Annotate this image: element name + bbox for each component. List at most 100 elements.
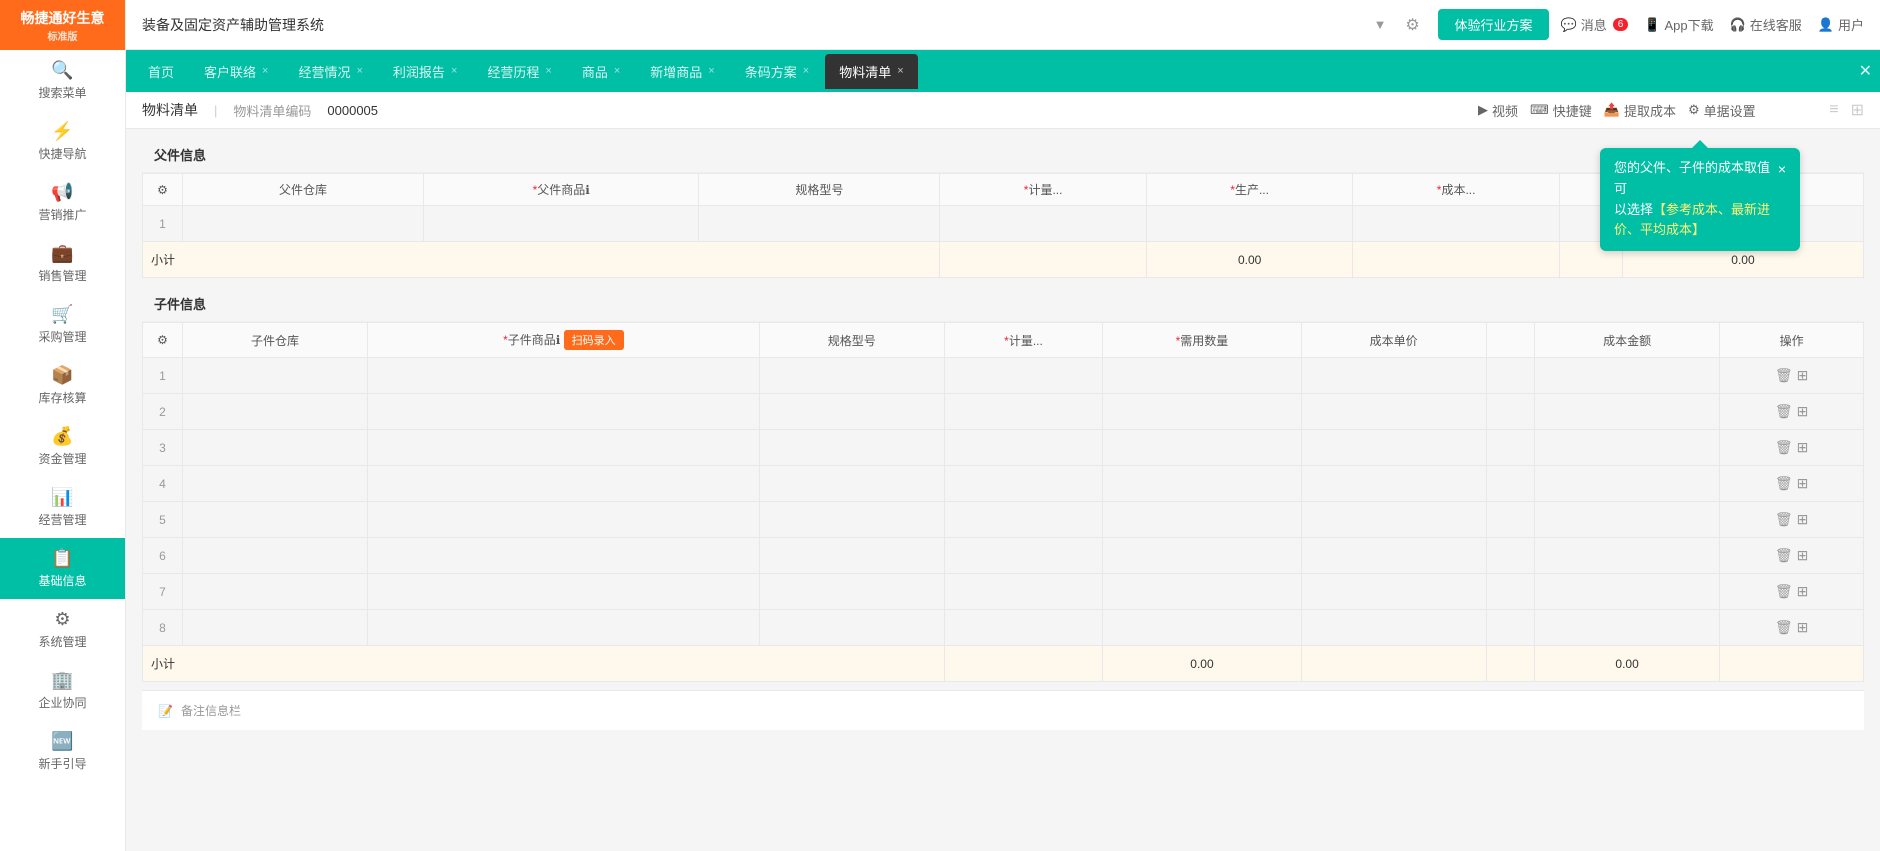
child-warehouse-7[interactable] <box>183 574 368 610</box>
child-spec-7[interactable] <box>759 574 944 610</box>
nav-tab-close-5[interactable]: × <box>614 65 620 77</box>
extract-cost-btn[interactable]: 📤 提取成本 <box>1604 101 1676 120</box>
parent-production-1[interactable] <box>1146 206 1352 242</box>
child-product-5[interactable] <box>368 502 760 538</box>
child-unit-5[interactable] <box>944 502 1103 538</box>
delete-icon-3[interactable]: 🗑 <box>1775 439 1793 456</box>
child-qty-6[interactable] <box>1103 538 1301 574</box>
child-warehouse-2[interactable] <box>183 394 368 430</box>
child-warehouse-6[interactable] <box>183 538 368 574</box>
parent-col-settings[interactable]: ⚙ <box>143 174 183 206</box>
note-text[interactable]: 备注信息栏 <box>181 702 241 719</box>
nav-tab-3[interactable]: 利润报告× <box>379 54 471 89</box>
nav-tab-7[interactable]: 条码方案× <box>731 54 823 89</box>
nav-tab-close-1[interactable]: × <box>262 65 268 77</box>
nav-tab-close-4[interactable]: × <box>545 65 551 77</box>
child-warehouse-8[interactable] <box>183 610 368 646</box>
delete-icon-1[interactable]: 🗑 <box>1775 367 1793 384</box>
nav-tab-1[interactable]: 客户联络× <box>190 54 282 89</box>
child-product-1[interactable] <box>368 358 760 394</box>
child-spec-4[interactable] <box>759 466 944 502</box>
child-unit-7[interactable] <box>944 574 1103 610</box>
child-unit-cost-7[interactable] <box>1301 574 1486 610</box>
nav-tab-6[interactable]: 新增商品× <box>636 54 728 89</box>
child-product-4[interactable] <box>368 466 760 502</box>
sidebar-item-system[interactable]: ⚙ 系统管理 <box>0 599 125 660</box>
child-warehouse-1[interactable] <box>183 358 368 394</box>
tooltip-close-btn[interactable]: × <box>1778 158 1786 180</box>
child-qty-2[interactable] <box>1103 394 1301 430</box>
child-qty-7[interactable] <box>1103 574 1301 610</box>
sidebar-item-quick-nav[interactable]: ⚡ 快捷导航 <box>0 111 125 172</box>
child-unit-3[interactable] <box>944 430 1103 466</box>
parent-warehouse-1[interactable] <box>183 206 424 242</box>
sidebar-item-basic-info[interactable]: 📋 基础信息 <box>0 538 125 599</box>
nav-tab-8[interactable]: 物料清单× <box>825 54 917 89</box>
sidebar-item-inventory[interactable]: 📦 库存核算 <box>0 355 125 416</box>
copy-icon-7[interactable]: ⊞ <box>1797 583 1809 600</box>
child-product-3[interactable] <box>368 430 760 466</box>
sidebar-item-search[interactable]: 🔍 搜索菜单 <box>0 50 125 111</box>
app-download-btn[interactable]: 📱 App下载 <box>1644 15 1713 34</box>
view-mode-icon[interactable]: ≡ <box>1829 101 1838 119</box>
user-btn[interactable]: 👤 用户 <box>1818 15 1864 34</box>
child-spec-8[interactable] <box>759 610 944 646</box>
delete-icon-7[interactable]: 🗑 <box>1775 583 1793 600</box>
parent-product-1[interactable] <box>424 206 699 242</box>
parent-unit-1[interactable] <box>940 206 1146 242</box>
child-spec-6[interactable] <box>759 538 944 574</box>
sidebar-item-marketing[interactable]: 📢 营销推广 <box>0 172 125 233</box>
child-spec-1[interactable] <box>759 358 944 394</box>
prev-page-btn[interactable]: ◀ <box>1768 102 1787 119</box>
child-unit-cost-6[interactable] <box>1301 538 1486 574</box>
nav-tab-close-7[interactable]: × <box>803 65 809 77</box>
child-warehouse-3[interactable] <box>183 430 368 466</box>
parent-cost-1[interactable] <box>1353 206 1559 242</box>
copy-icon-5[interactable]: ⊞ <box>1797 511 1809 528</box>
child-spec-5[interactable] <box>759 502 944 538</box>
nav-tab-5[interactable]: 商品× <box>568 54 634 89</box>
copy-icon-2[interactable]: ⊞ <box>1797 403 1809 420</box>
child-product-7[interactable] <box>368 574 760 610</box>
grid-icon[interactable]: ⊞ <box>1851 100 1864 120</box>
child-unit-cost-2[interactable] <box>1301 394 1486 430</box>
sidebar-item-enterprise[interactable]: 🏢 企业协同 <box>0 660 125 721</box>
child-product-8[interactable] <box>368 610 760 646</box>
sidebar-item-operations[interactable]: 📊 经营管理 <box>0 477 125 538</box>
child-unit-1[interactable] <box>944 358 1103 394</box>
copy-icon-3[interactable]: ⊞ <box>1797 439 1809 456</box>
copy-icon-4[interactable]: ⊞ <box>1797 475 1809 492</box>
sidebar-item-finance[interactable]: 💰 资金管理 <box>0 416 125 477</box>
close-all-tabs-btn[interactable]: ✕ <box>1859 61 1872 81</box>
view-btn[interactable]: ▶ 视频 <box>1478 101 1518 120</box>
scan-input-btn[interactable]: 扫码录入 <box>564 330 624 350</box>
child-unit-4[interactable] <box>944 466 1103 502</box>
single-settings-btn[interactable]: ⚙ 单据设置 <box>1688 101 1756 120</box>
sidebar-item-purchase[interactable]: 🛒 采购管理 <box>0 294 125 355</box>
child-unit-6[interactable] <box>944 538 1103 574</box>
child-unit-cost-1[interactable] <box>1301 358 1486 394</box>
nav-tab-4[interactable]: 经营历程× <box>473 54 565 89</box>
child-qty-8[interactable] <box>1103 610 1301 646</box>
child-qty-5[interactable] <box>1103 502 1301 538</box>
parent-spec-1[interactable] <box>699 206 940 242</box>
child-spec-3[interactable] <box>759 430 944 466</box>
child-unit-cost-5[interactable] <box>1301 502 1486 538</box>
message-btn[interactable]: 💬 消息 6 <box>1561 15 1629 34</box>
nav-tab-close-8[interactable]: × <box>897 65 903 77</box>
child-unit-2[interactable] <box>944 394 1103 430</box>
child-unit-8[interactable] <box>944 610 1103 646</box>
shortcut-btn[interactable]: ⌨ 快捷键 <box>1530 101 1592 120</box>
child-warehouse-4[interactable] <box>183 466 368 502</box>
next-page-btn[interactable]: ▶ <box>1798 102 1817 119</box>
child-qty-3[interactable] <box>1103 430 1301 466</box>
child-unit-cost-3[interactable] <box>1301 430 1486 466</box>
child-product-6[interactable] <box>368 538 760 574</box>
delete-icon-5[interactable]: 🗑 <box>1775 511 1793 528</box>
child-unit-cost-8[interactable] <box>1301 610 1486 646</box>
delete-icon-8[interactable]: 🗑 <box>1775 619 1793 636</box>
nav-tab-close-2[interactable]: × <box>356 65 362 77</box>
nav-tab-close-6[interactable]: × <box>708 65 714 77</box>
nav-tab-close-3[interactable]: × <box>451 65 457 77</box>
delete-icon-6[interactable]: 🗑 <box>1775 547 1793 564</box>
